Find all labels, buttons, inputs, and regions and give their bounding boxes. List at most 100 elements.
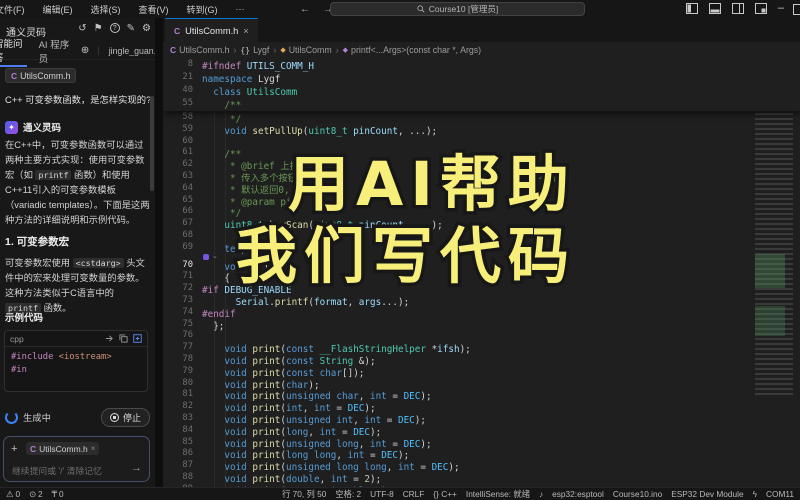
breadcrumb-item[interactable]: CUtilsComm.h bbox=[170, 45, 229, 55]
stop-button[interactable]: 停止 bbox=[101, 408, 150, 427]
line-number: 81 bbox=[163, 389, 202, 401]
line-number: 82 bbox=[163, 401, 202, 413]
status-item[interactable]: {} C++ bbox=[433, 489, 457, 499]
caption-overlay-line2: 我们写代码 bbox=[236, 206, 576, 295]
help-icon[interactable]: ? bbox=[110, 23, 120, 33]
send-icon[interactable]: → bbox=[131, 462, 142, 474]
back-icon[interactable]: ← bbox=[300, 4, 310, 15]
toggle-panel-icon[interactable] bbox=[709, 3, 721, 14]
menu-edit[interactable]: 编辑(E) bbox=[34, 3, 82, 16]
context-file-name: UtilsComm.h bbox=[20, 71, 70, 81]
add-context-icon[interactable]: + bbox=[11, 443, 17, 455]
menu-goto[interactable]: 转到(G) bbox=[178, 3, 227, 16]
line-number: 69 bbox=[163, 242, 202, 254]
code-line-86: 86 void print(long long, int = DEC); bbox=[163, 448, 800, 460]
close-icon[interactable]: × bbox=[243, 26, 248, 36]
breadcrumb[interactable]: CUtilsComm.h›{}Lygf›◆UtilsComm›◆printf<.… bbox=[170, 42, 790, 58]
menu-more[interactable]: ··· bbox=[227, 4, 254, 14]
status-item[interactable]: Course10.ino bbox=[613, 489, 662, 499]
status-problems-item[interactable]: ⚠0 bbox=[6, 489, 20, 499]
customize-layout-icon[interactable] bbox=[755, 3, 767, 14]
code-line-83: 83 void print(unsigned int, int = DEC); bbox=[163, 413, 800, 425]
status-problems-item[interactable]: ⊙2 bbox=[29, 489, 43, 499]
panel-divider[interactable] bbox=[155, 18, 163, 487]
separator: | bbox=[97, 45, 99, 56]
minimap-highlight bbox=[755, 254, 785, 288]
status-item[interactable]: ESP32 Dev Module bbox=[671, 489, 743, 499]
breadcrumb-separator: › bbox=[336, 45, 339, 55]
code-line-76: 76 bbox=[163, 330, 800, 342]
code-line-78: 78 void print(const String &); bbox=[163, 354, 800, 366]
menu-file[interactable]: 文件(F) bbox=[0, 3, 34, 16]
line-number: 63 bbox=[163, 171, 202, 183]
status-item[interactable]: ϟ bbox=[753, 489, 757, 499]
input-chip-name: UtilsComm.h bbox=[39, 444, 88, 454]
breadcrumb-item[interactable]: ◆UtilsComm bbox=[280, 45, 331, 55]
input-placeholder: 继续提问或 '/' 清除记忆 bbox=[12, 464, 102, 477]
remove-chip-icon[interactable]: × bbox=[91, 444, 96, 453]
search-text: Course10 [管理员] bbox=[429, 3, 498, 15]
status-item[interactable]: esp32:esptool bbox=[552, 489, 604, 499]
feedback-icon[interactable]: ⚑ bbox=[94, 23, 103, 34]
answer-code-line: #include <iostream> bbox=[11, 351, 141, 364]
cpp-file-icon: C bbox=[170, 45, 176, 55]
chat-input[interactable]: + C UtilsComm.h × 继续提问或 '/' 清除记忆 → bbox=[3, 436, 150, 482]
stop-label: 停止 bbox=[123, 411, 141, 424]
status-item[interactable]: CRLF bbox=[403, 489, 425, 499]
line-number: 66 bbox=[163, 206, 202, 218]
tab-ai-programmer[interactable]: AI 程序员 bbox=[39, 37, 70, 65]
cpp-file-icon: C bbox=[11, 71, 17, 81]
command-center-search[interactable]: Course10 [管理员] bbox=[330, 2, 585, 16]
line-number: 67 bbox=[163, 218, 202, 230]
tab-smart-qa[interactable]: 智能问答 bbox=[0, 36, 27, 66]
status-item[interactable]: COM11 bbox=[766, 489, 794, 499]
sticky-scroll[interactable]: 8#ifndef UTILS_COMM_H21namespace Lygf40 … bbox=[163, 58, 800, 111]
toggle-sidebar-icon[interactable] bbox=[686, 3, 698, 14]
sidebar-scrollbar[interactable] bbox=[150, 96, 154, 191]
breadcrumb-label: UtilsComm.h bbox=[179, 45, 229, 55]
minimize-icon[interactable]: – bbox=[778, 3, 784, 14]
breadcrumb-label: printf<...Args>(const char *, Args) bbox=[351, 45, 481, 55]
status-item[interactable]: 行 70, 列 50 bbox=[282, 488, 326, 500]
status-item[interactable]: 空格: 2 bbox=[335, 488, 361, 500]
menu-selection[interactable]: 选择(S) bbox=[82, 3, 130, 16]
status-item[interactable]: ♪ bbox=[539, 489, 543, 499]
line-content: /** bbox=[202, 100, 241, 111]
context-file-chip[interactable]: C UtilsComm.h bbox=[5, 68, 76, 83]
line-number: 71 bbox=[163, 271, 202, 283]
namespace-icon: {} bbox=[240, 46, 250, 55]
history-icon[interactable]: ↺ bbox=[78, 23, 86, 34]
breadcrumb-item[interactable]: ◆printf<...Args>(const char *, Args) bbox=[343, 45, 481, 55]
edit-icon[interactable]: ✎ bbox=[127, 23, 135, 34]
search-icon bbox=[417, 5, 425, 13]
new-file-icon[interactable] bbox=[133, 334, 142, 343]
maximize-icon[interactable] bbox=[793, 4, 800, 15]
user-account[interactable]: jingle_guan... bbox=[106, 46, 155, 56]
copy-icon[interactable] bbox=[119, 334, 128, 343]
line-number: 21 bbox=[163, 71, 202, 84]
menu-view[interactable]: 查看(V) bbox=[130, 3, 178, 16]
line-number: 84 bbox=[163, 425, 202, 437]
code-line-40: 40 class UtilsComm bbox=[163, 84, 800, 97]
status-item[interactable]: UTF-8 bbox=[370, 489, 394, 499]
line-number: 59 bbox=[163, 124, 202, 136]
cpp-file-icon: C bbox=[174, 26, 180, 36]
code-lang-label: cpp bbox=[10, 334, 24, 344]
status-item[interactable]: IntelliSense: 就绪 bbox=[466, 488, 530, 500]
chevron-down-icon[interactable]: ⌄ bbox=[212, 254, 218, 260]
status-problems-item[interactable]: ₸0 bbox=[52, 489, 64, 499]
gear-icon[interactable]: ⚙ bbox=[142, 23, 151, 34]
line-number: 64 bbox=[163, 183, 202, 195]
breadcrumb-item[interactable]: {}Lygf bbox=[240, 45, 269, 55]
spinner-icon bbox=[5, 411, 18, 424]
user-question: C++ 可变参数函数，是怎样实现的? bbox=[5, 92, 153, 106]
lingma-inline-icon[interactable] bbox=[203, 254, 209, 260]
insert-code-icon[interactable] bbox=[105, 334, 114, 343]
tab-label: UtilsComm.h bbox=[185, 26, 238, 36]
input-file-chip[interactable]: C UtilsComm.h × bbox=[26, 442, 99, 455]
tab-utilscomm[interactable]: C UtilsComm.h × bbox=[165, 18, 258, 42]
line-number: 40 bbox=[163, 84, 202, 97]
toggle-secondary-sidebar-icon[interactable] bbox=[732, 3, 744, 14]
new-chat-icon[interactable]: ⊕ bbox=[81, 45, 89, 56]
line-content: void print(const Printable &); bbox=[202, 486, 392, 487]
